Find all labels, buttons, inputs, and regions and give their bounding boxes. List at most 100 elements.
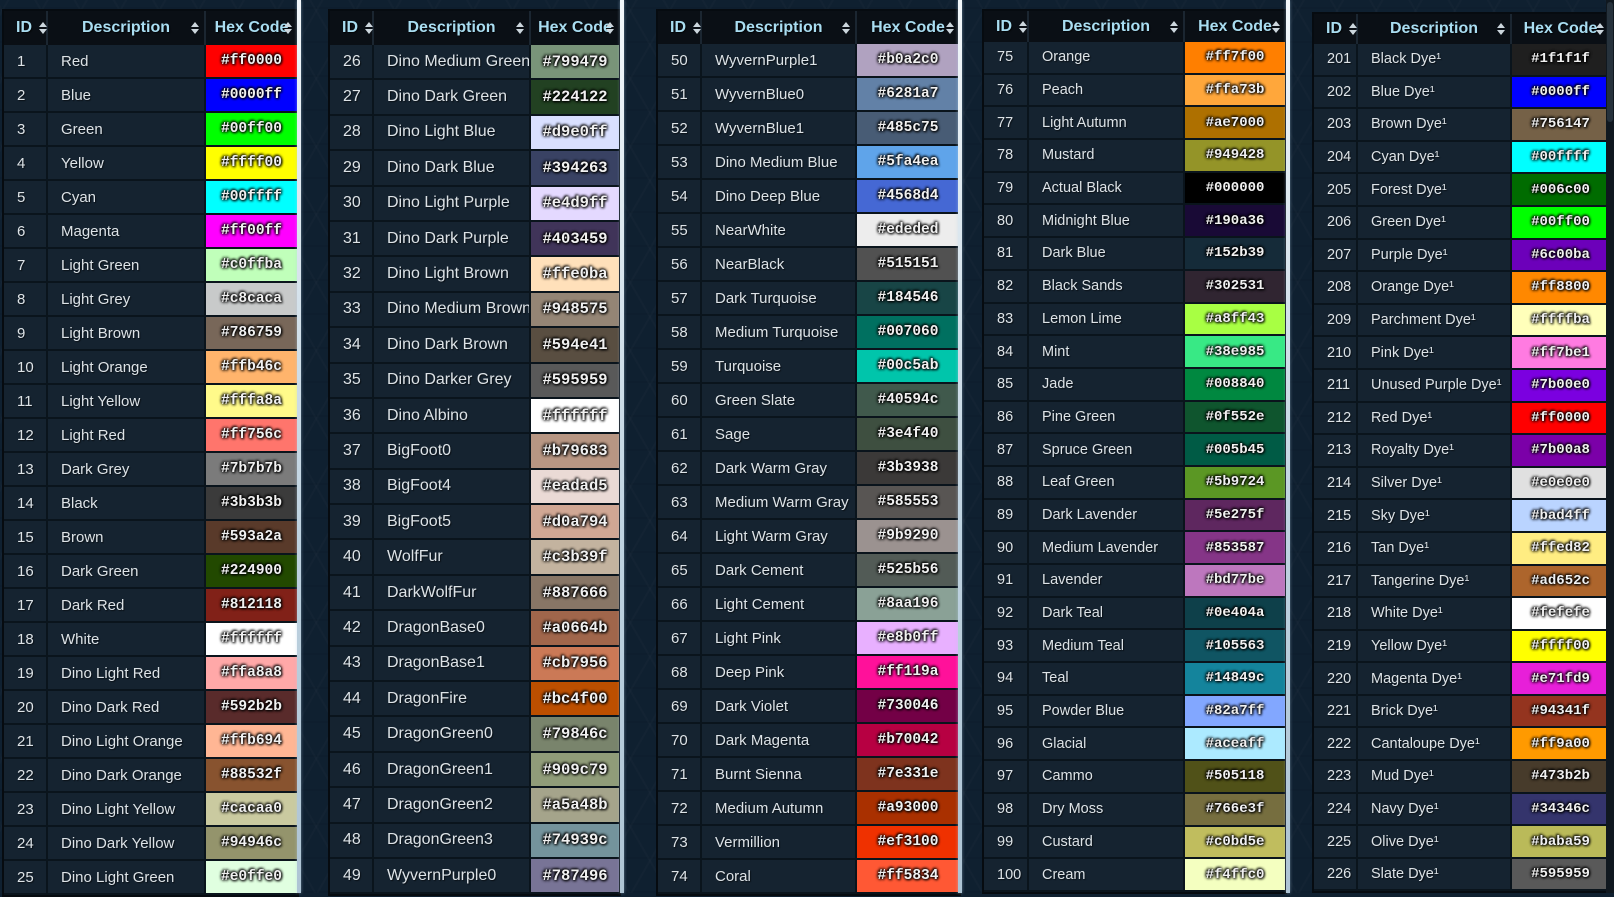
color-table: ID Description Hex Code 201Black Dye¹#1f… <box>1312 12 1611 893</box>
color-description-cell: Dino Light Green <box>48 861 206 895</box>
table-row: 3Green#00ff00 <box>4 113 297 147</box>
color-description-cell: Navy Dye¹ <box>1358 794 1512 827</box>
table-row: 93Medium Teal#105563 <box>984 630 1285 663</box>
color-description-cell: Blue <box>48 79 206 113</box>
table-row: 76Peach#ffa73b <box>984 75 1285 108</box>
hex-code-swatch: #ededed <box>857 214 959 248</box>
sort-icon[interactable] <box>284 22 292 34</box>
scrollbar[interactable] <box>1606 0 1614 893</box>
color-description-cell: NearWhite <box>702 214 857 248</box>
table-row: 212Red Dye¹#ff0000 <box>1314 403 1609 436</box>
color-description-cell: Medium Teal <box>1029 630 1185 663</box>
color-description-cell: Peach <box>1029 75 1185 108</box>
scrollbar[interactable] <box>958 0 962 893</box>
column-header-hex[interactable]: Hex Code <box>206 11 297 45</box>
color-description-cell: Dino Dark Brown <box>374 328 531 363</box>
color-id-cell: 80 <box>984 205 1029 238</box>
sort-icon[interactable] <box>1272 21 1280 33</box>
color-id-cell: 218 <box>1314 598 1358 631</box>
table-row: 78Mustard#949428 <box>984 140 1285 173</box>
color-id-cell: 86 <box>984 402 1029 435</box>
column-header-description-label: Description <box>1390 20 1478 38</box>
scrollbar[interactable] <box>297 0 301 893</box>
color-description-cell: Dino Light Yellow <box>48 793 206 827</box>
sort-icon[interactable] <box>606 22 614 34</box>
sort-icon[interactable] <box>1497 23 1505 35</box>
table-row: 11Light Yellow#fffa8a <box>4 385 297 419</box>
color-description-cell: Turquoise <box>702 350 857 384</box>
table-row: 80Midnight Blue#190a36 <box>984 205 1285 238</box>
sort-icon[interactable] <box>946 22 954 34</box>
color-id-cell: 94 <box>984 663 1029 696</box>
color-description-cell: Dino Darker Grey <box>374 364 531 399</box>
hex-code-swatch: #cacaa0 <box>206 793 297 827</box>
column-header-hex[interactable]: Hex Code <box>531 11 619 45</box>
color-id-cell: 75 <box>984 42 1029 75</box>
column-header-id-label: ID <box>16 19 32 37</box>
column-header-id[interactable]: ID <box>330 11 374 45</box>
color-id-cell: 65 <box>658 554 702 588</box>
column-header-description[interactable]: Description <box>1029 11 1185 42</box>
sort-icon[interactable] <box>1170 21 1178 33</box>
color-description-cell: Red <box>48 45 206 79</box>
color-id-cell: 11 <box>4 385 48 419</box>
color-description-cell: WyvernBlue1 <box>702 112 857 146</box>
sort-icon[interactable] <box>516 22 524 34</box>
table-row: 36Dino Albino#ffffff <box>330 399 619 434</box>
column-header-hex[interactable]: Hex Code <box>1185 11 1285 42</box>
sort-icon[interactable] <box>1596 23 1604 35</box>
hex-code-swatch: #c0ffba <box>206 249 297 283</box>
table-row: 48DragonGreen3#74939c <box>330 824 619 859</box>
color-id-cell: 70 <box>658 724 702 758</box>
hex-code-swatch: #c8caca <box>206 283 297 317</box>
table-row: 68Deep Pink#ff119a <box>658 656 959 690</box>
sort-icon[interactable] <box>1019 21 1027 33</box>
sort-icon[interactable] <box>1349 23 1357 35</box>
column-header-description[interactable]: Description <box>1358 14 1512 44</box>
column-header-id[interactable]: ID <box>658 11 702 44</box>
color-id-cell: 92 <box>984 598 1029 631</box>
hex-code-swatch: #a93000 <box>857 792 959 826</box>
color-id-cell: 27 <box>330 80 374 115</box>
column-header-hex[interactable]: Hex Code <box>857 11 959 44</box>
hex-code-swatch: #592b2b <box>206 691 297 725</box>
color-description-cell: Orange Dye¹ <box>1358 272 1512 305</box>
column-header-description[interactable]: Description <box>374 11 531 45</box>
column-header-description[interactable]: Description <box>702 11 857 44</box>
color-id-cell: 71 <box>658 758 702 792</box>
column-header-id[interactable]: ID <box>4 11 48 45</box>
scrollbar[interactable] <box>1286 0 1290 893</box>
hex-code-swatch: #594e41 <box>531 328 619 363</box>
hex-code-swatch: #94946c <box>206 827 297 861</box>
color-id-cell: 26 <box>330 45 374 80</box>
color-description-cell: Mint <box>1029 336 1185 369</box>
color-id-cell: 8 <box>4 283 48 317</box>
hex-code-swatch: #853587 <box>1185 532 1285 565</box>
column-header-hex[interactable]: Hex Code <box>1512 14 1609 44</box>
color-id-cell: 1 <box>4 45 48 79</box>
color-description-cell: Dark Blue <box>1029 238 1185 271</box>
hex-code-swatch: #0f552e <box>1185 402 1285 435</box>
column-header-description-label: Description <box>734 19 822 37</box>
column-header-id[interactable]: ID <box>1314 14 1358 44</box>
sort-icon[interactable] <box>39 22 47 34</box>
sort-icon[interactable] <box>365 22 373 34</box>
sort-icon[interactable] <box>693 22 701 34</box>
column-header-hex-label: Hex Code <box>1524 20 1598 38</box>
sort-icon[interactable] <box>191 22 199 34</box>
column-header-description[interactable]: Description <box>48 11 206 45</box>
table-row: 17Dark Red#812118 <box>4 589 297 623</box>
color-description-cell: Dino Medium Green <box>374 45 531 80</box>
hex-code-swatch: #394263 <box>531 151 619 186</box>
table-row: 19Dino Light Red#ffa8a8 <box>4 657 297 691</box>
sort-icon[interactable] <box>842 22 850 34</box>
color-id-cell: 95 <box>984 696 1029 729</box>
table-row: 27Dino Dark Green#224122 <box>330 80 619 115</box>
hex-code-swatch: #b79683 <box>531 434 619 469</box>
column-header-id[interactable]: ID <box>984 11 1029 42</box>
hex-code-swatch: #224900 <box>206 555 297 589</box>
scrollbar[interactable] <box>620 0 624 893</box>
hex-code-swatch: #f4ffc0 <box>1185 859 1285 892</box>
color-id-cell: 24 <box>4 827 48 861</box>
table-row: 96Glacial#aceaff <box>984 728 1285 761</box>
